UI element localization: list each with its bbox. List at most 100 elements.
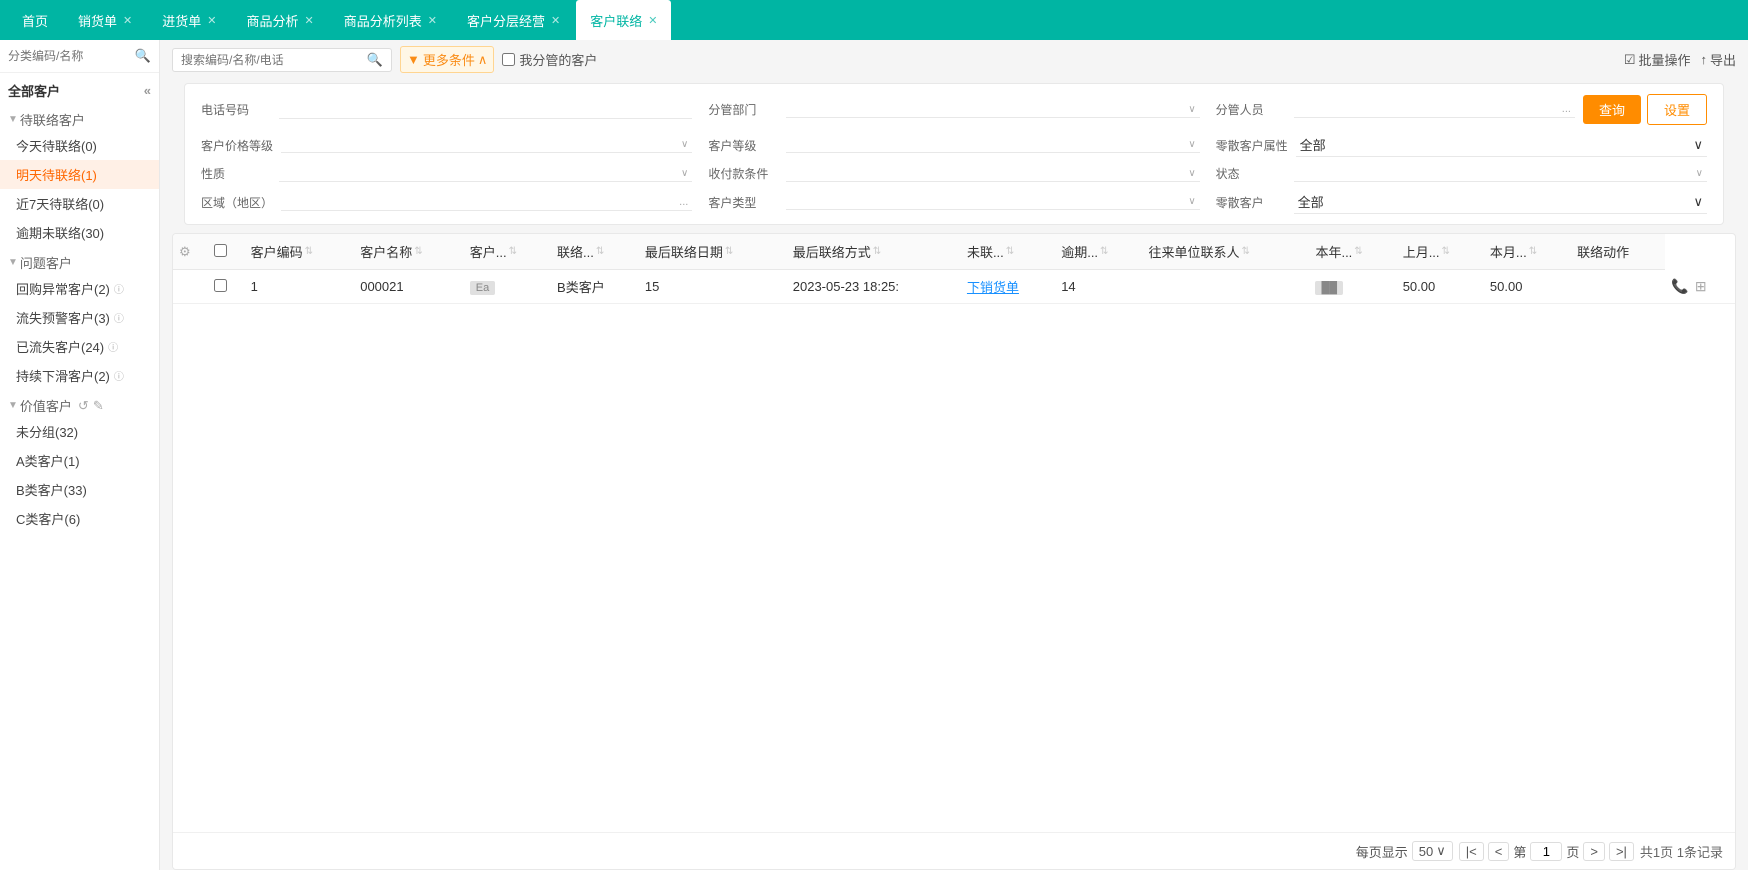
- th-settings[interactable]: ⚙: [173, 234, 208, 270]
- value-refresh-icon[interactable]: ↺: [78, 398, 89, 414]
- th-type[interactable]: 客户... ⇅: [464, 234, 551, 270]
- value-edit-icon[interactable]: ✎: [93, 398, 104, 414]
- table-container[interactable]: ⚙ 客户编码 ⇅: [173, 234, 1735, 832]
- nav-product-analysis[interactable]: 商品分析 ✕: [232, 0, 327, 40]
- sidebar-group-problem: ▼ 问题客户: [0, 247, 159, 274]
- sidebar-item-churn-warning[interactable]: 流失预警客户(3) ⓘ: [0, 303, 159, 332]
- nav-product-list-close[interactable]: ✕: [428, 14, 437, 27]
- filter-customer-level-select[interactable]: ∨: [786, 137, 1199, 153]
- th-this-year[interactable]: 本年... ⇅: [1309, 234, 1396, 270]
- next-page-button[interactable]: >: [1583, 842, 1605, 861]
- filter-gender-select[interactable]: ∨: [279, 166, 692, 182]
- th-code[interactable]: 客户编码 ⇅: [245, 234, 355, 270]
- nav-home[interactable]: 首页: [8, 0, 62, 40]
- filter-customer-type-select[interactable]: ∨: [786, 194, 1199, 210]
- th-overdue[interactable]: 逾期... ⇅: [1055, 234, 1142, 270]
- sidebar-item-overdue[interactable]: 逾期未联络(30): [0, 218, 159, 247]
- my-customer-checkbox-area[interactable]: 我分管的客户: [502, 50, 597, 69]
- export-button[interactable]: ↑ 导出: [1700, 50, 1736, 69]
- sidebar-search-icon[interactable]: 🔍: [135, 48, 151, 64]
- action-grid-icon[interactable]: ⊞: [1695, 278, 1707, 295]
- more-filter-label: 更多条件: [423, 50, 475, 69]
- th-name[interactable]: 客户名称 ⇅: [354, 234, 464, 270]
- last-page-button[interactable]: >|: [1609, 842, 1634, 861]
- filter-region: 区域（地区） ...: [201, 190, 692, 214]
- sidebar-item-class-b[interactable]: B类客户(33): [0, 475, 159, 504]
- td-this-year: 50.00: [1397, 270, 1484, 304]
- nav-customer-contact-close[interactable]: ✕: [648, 14, 657, 27]
- nav-product-close[interactable]: ✕: [305, 14, 314, 27]
- td-last-method[interactable]: 下销货单: [961, 270, 1055, 304]
- sidebar-item-7days[interactable]: 近7天待联络(0): [0, 189, 159, 218]
- sidebar-item-ungrouped[interactable]: 未分组(32): [0, 417, 159, 446]
- th-contact-count[interactable]: 联络... ⇅: [551, 234, 639, 270]
- select-all-checkbox[interactable]: [214, 244, 227, 257]
- filter-manager-select[interactable]: ...: [1294, 101, 1575, 118]
- sidebar-item-declining[interactable]: 持续下滑客户(2) ⓘ: [0, 361, 159, 390]
- sort-this-month-icon: ⇅: [1529, 246, 1537, 257]
- filter-dept-select[interactable]: ∨: [786, 102, 1199, 118]
- search-icon[interactable]: 🔍: [367, 52, 383, 68]
- th-last-month[interactable]: 上月... ⇅: [1397, 234, 1484, 270]
- nav-customer-layering[interactable]: 客户分层经营 ✕: [453, 0, 574, 40]
- filter-region-select[interactable]: ...: [281, 194, 692, 211]
- sidebar: 🔍 全部客户 « ▼ 待联络客户 今天待联络(0) 明天待联络(1) 近7天待联…: [0, 40, 160, 870]
- filter-phone-input[interactable]: [279, 100, 692, 119]
- set-button[interactable]: 设置: [1647, 94, 1707, 125]
- td-checkbox[interactable]: [208, 270, 245, 304]
- nav-customer-contact[interactable]: 客户联络 ✕: [576, 0, 671, 40]
- th-uncontact[interactable]: 未联... ⇅: [961, 234, 1055, 270]
- sidebar-item-abnormal-repurchase[interactable]: 回购异常客户(2) ⓘ: [0, 274, 159, 303]
- td-actions: 📞 ⊞: [1665, 270, 1735, 304]
- sidebar-item-today[interactable]: 今天待联络(0): [0, 131, 159, 160]
- search-input[interactable]: [181, 53, 363, 67]
- my-customer-label: 我分管的客户: [519, 50, 597, 69]
- col-settings-icon[interactable]: ⚙: [179, 244, 191, 259]
- td-code: 000021: [354, 270, 464, 304]
- page-input[interactable]: [1530, 842, 1562, 861]
- nav-customer-layering-close[interactable]: ✕: [551, 14, 560, 27]
- filter-actions: 查询 设置: [1583, 94, 1707, 125]
- page-size-select[interactable]: 50 ∨: [1412, 841, 1453, 861]
- sort-contact-person-icon: ⇅: [1241, 246, 1249, 257]
- th-last-date[interactable]: 最后联络日期 ⇅: [639, 234, 787, 270]
- more-filter-button[interactable]: ▼ 更多条件 ∧: [400, 46, 494, 73]
- prev-page-button[interactable]: <: [1488, 842, 1510, 861]
- nav-sales[interactable]: 销货单 ✕: [64, 0, 146, 40]
- td-last-month: 50.00: [1484, 270, 1571, 304]
- nav-product-list[interactable]: 商品分析列表 ✕: [330, 0, 451, 40]
- filter-region-more[interactable]: ...: [679, 196, 688, 208]
- filter-retail-attr: 零散客户属性 全部 ∨: [1216, 133, 1707, 157]
- th-this-month[interactable]: 本月... ⇅: [1484, 234, 1571, 270]
- th-checkbox[interactable]: [208, 234, 245, 270]
- filter-phone-label: 电话号码: [201, 101, 271, 118]
- info-icon-4: ⓘ: [114, 368, 124, 383]
- nav-sales-close[interactable]: ✕: [123, 14, 132, 27]
- action-phone-icon[interactable]: 📞: [1671, 278, 1688, 295]
- filter-retail-attr-select[interactable]: 全部 ∨: [1296, 133, 1707, 157]
- sidebar-all-customers-header[interactable]: 全部客户 «: [0, 73, 159, 104]
- batch-op-button[interactable]: ☑ 批量操作: [1624, 50, 1691, 69]
- sidebar-item-class-c[interactable]: C类客户(6): [0, 504, 159, 533]
- filter-manager-more[interactable]: ...: [1562, 103, 1571, 115]
- th-last-method[interactable]: 最后联络方式 ⇅: [787, 234, 961, 270]
- nav-purchase[interactable]: 进货单 ✕: [148, 0, 230, 40]
- filter-price-level-select[interactable]: ∨: [281, 137, 692, 153]
- filter-status-select[interactable]: ∨: [1294, 166, 1707, 182]
- sidebar-item-class-a[interactable]: A类客户(1): [0, 446, 159, 475]
- sidebar-search-input[interactable]: [8, 49, 131, 63]
- filter-customer-level: 客户等级 ∨: [708, 133, 1199, 157]
- filter-payment-select[interactable]: ∨: [786, 166, 1199, 182]
- query-button[interactable]: 查询: [1583, 95, 1641, 124]
- info-icon-3: ⓘ: [108, 339, 118, 354]
- filter-retail-customer-select[interactable]: 全部 ∨: [1294, 190, 1707, 214]
- row-checkbox[interactable]: [214, 279, 227, 292]
- first-page-button[interactable]: |<: [1459, 842, 1484, 861]
- th-contact-person[interactable]: 往来单位联系人 ⇅: [1142, 234, 1309, 270]
- my-customer-checkbox[interactable]: [502, 53, 515, 66]
- nav-purchase-close[interactable]: ✕: [207, 14, 216, 27]
- sidebar-item-churned[interactable]: 已流失客户(24) ⓘ: [0, 332, 159, 361]
- sidebar-collapse-icon[interactable]: «: [144, 83, 151, 98]
- sidebar-item-tomorrow[interactable]: 明天待联络(1): [0, 160, 159, 189]
- sort-uncontact-icon: ⇅: [1006, 246, 1014, 257]
